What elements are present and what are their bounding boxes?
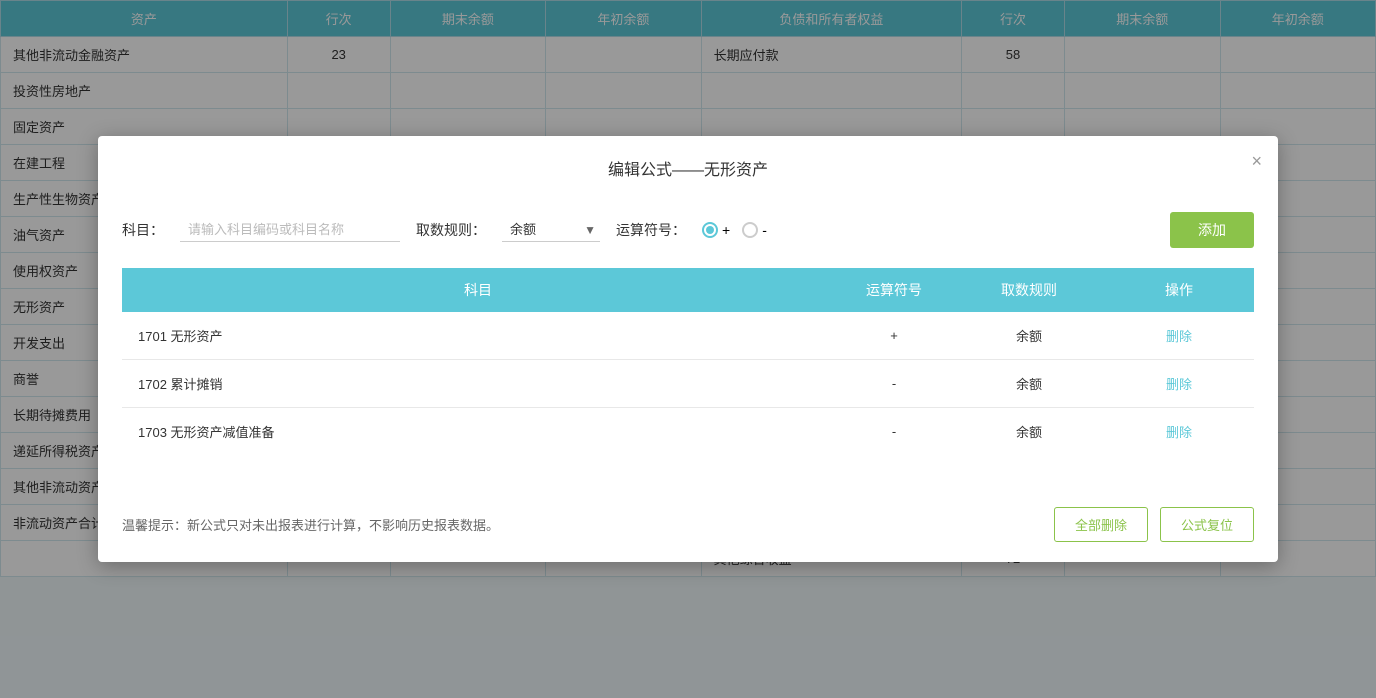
- operator-label: 运算符号：: [616, 220, 686, 240]
- rule-label: 取数规则：: [416, 220, 486, 240]
- formula-rule-cell: 余额: [954, 312, 1104, 360]
- formula-subject-cell: 1703 无形资产减值准备: [122, 408, 834, 456]
- modal-header: 编辑公式——无形资产 ×: [98, 136, 1278, 196]
- form-row: 科目： 取数规则： 余额 借方发生额 贷方发生额 ▼ 运算符号： +: [122, 212, 1254, 248]
- radio-plus-circle: [702, 222, 718, 238]
- table-header-rule: 取数规则: [954, 268, 1104, 312]
- operator-radio-group: + -: [702, 222, 767, 238]
- footer-buttons: 全部删除 公式复位: [1054, 507, 1254, 542]
- formula-operator-cell: +: [834, 312, 954, 360]
- formula-operator-cell: -: [834, 408, 954, 456]
- add-button[interactable]: 添加: [1170, 212, 1254, 248]
- formula-action-cell: 删除: [1104, 360, 1254, 408]
- table-header-action: 操作: [1104, 268, 1254, 312]
- subject-input[interactable]: [180, 218, 400, 242]
- reset-button[interactable]: 公式复位: [1160, 507, 1254, 542]
- operator-minus-label: -: [762, 222, 767, 238]
- delete-row-link[interactable]: 删除: [1166, 329, 1192, 344]
- radio-minus-circle: [742, 222, 758, 238]
- operator-plus-radio[interactable]: +: [702, 222, 730, 238]
- operator-plus-label: +: [722, 222, 730, 238]
- formula-rule-cell: 余额: [954, 408, 1104, 456]
- formula-operator-cell: -: [834, 360, 954, 408]
- operator-minus-radio[interactable]: -: [742, 222, 767, 238]
- delete-all-button[interactable]: 全部删除: [1054, 507, 1148, 542]
- formula-table-row: 1702 累计摊销-余额 删除: [122, 360, 1254, 408]
- modal-body: 科目： 取数规则： 余额 借方发生额 贷方发生额 ▼ 运算符号： +: [98, 196, 1278, 495]
- table-header-operator: 运算符号: [834, 268, 954, 312]
- formula-subject-cell: 1702 累计摊销: [122, 360, 834, 408]
- formula-subject-cell: 1701 无形资产: [122, 312, 834, 360]
- delete-row-link[interactable]: 删除: [1166, 377, 1192, 392]
- subject-label: 科目：: [122, 220, 164, 240]
- rule-select[interactable]: 余额 借方发生额 贷方发生额: [502, 218, 600, 242]
- modal-dialog: 编辑公式——无形资产 × 科目： 取数规则： 余额 借方发生额 贷方发生额 ▼ …: [98, 136, 1278, 562]
- formula-table-row: 1703 无形资产减值准备-余额 删除: [122, 408, 1254, 456]
- table-header-subject: 科目: [122, 268, 834, 312]
- formula-rule-cell: 余额: [954, 360, 1104, 408]
- modal-overlay: 编辑公式——无形资产 × 科目： 取数规则： 余额 借方发生额 贷方发生额 ▼ …: [0, 0, 1376, 698]
- modal-close-button[interactable]: ×: [1251, 152, 1262, 170]
- formula-table: 科目 运算符号 取数规则 操作 1701 无形资产+余额删除1702 累计摊销-…: [122, 268, 1254, 455]
- modal-title: 编辑公式——无形资产: [608, 162, 768, 179]
- modal-footer: 温馨提示：新公式只对未出报表进行计算，不影响历史报表数据。 全部删除 公式复位: [98, 495, 1278, 562]
- delete-row-link[interactable]: 删除: [1166, 425, 1192, 440]
- tip-text: 温馨提示：新公式只对未出报表进行计算，不影响历史报表数据。: [122, 515, 499, 534]
- formula-action-cell: 删除: [1104, 408, 1254, 456]
- formula-table-row: 1701 无形资产+余额 删除: [122, 312, 1254, 360]
- formula-action-cell: 删除: [1104, 312, 1254, 360]
- rule-select-wrapper: 余额 借方发生额 贷方发生额 ▼: [502, 218, 600, 242]
